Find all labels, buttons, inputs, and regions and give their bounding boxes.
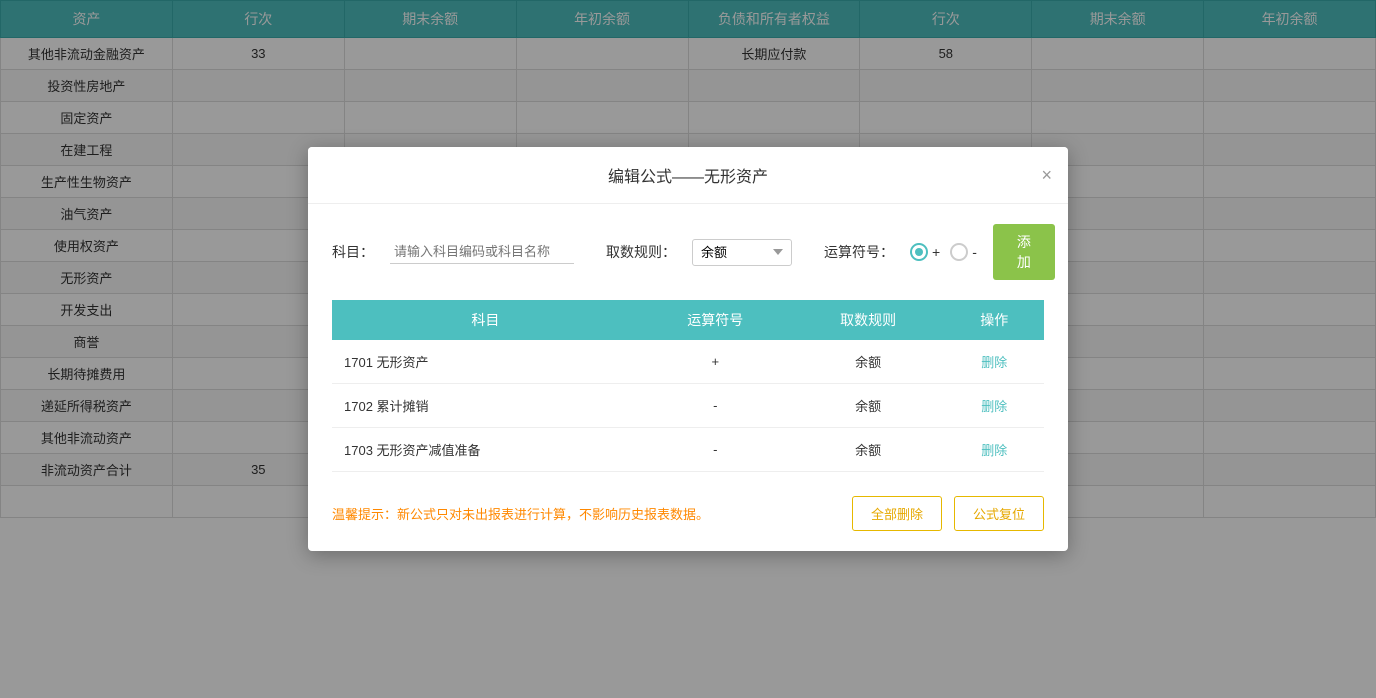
subject-label: 科目：	[332, 242, 374, 262]
table-row: 1703 无形资产减值准备 - 余额 删除	[332, 428, 1044, 472]
rule-label: 取数规则：	[606, 242, 676, 262]
operator-cell: +	[639, 340, 792, 384]
table-row: 1701 无形资产 + 余额 删除	[332, 340, 1044, 384]
table-row: 1702 累计摊销 - 余额 删除	[332, 384, 1044, 428]
rule-select-wrap: 余额 借方 贷方 借方发生额 贷方发生额	[692, 239, 792, 266]
footer-buttons: 全部删除 公式复位	[852, 496, 1044, 531]
hint-highlight: 新公式只对未出报表进行计算，不影响历史报表数据。	[397, 507, 709, 522]
edit-formula-modal: 编辑公式——无形资产 × 科目： 取数规则： 余额 借方 贷方 借方发生额 贷方…	[308, 147, 1068, 551]
table-header-row: 科目 运算符号 取数规则 操作	[332, 300, 1044, 340]
formula-table: 科目 运算符号 取数规则 操作 1701 无形资产 + 余额 删除 1702 累…	[332, 300, 1044, 472]
radio-plus-circle	[910, 243, 928, 261]
operator-minus-option[interactable]: -	[950, 243, 977, 261]
action-cell: 删除	[945, 428, 1044, 472]
operator-plus-label: +	[932, 244, 940, 260]
operator-cell: -	[639, 384, 792, 428]
modal-overlay: 编辑公式——无形资产 × 科目： 取数规则： 余额 借方 贷方 借方发生额 贷方…	[0, 0, 1376, 698]
delete-row-button[interactable]: 删除	[981, 396, 1007, 415]
rule-cell: 余额	[792, 384, 945, 428]
hint-prefix: 温馨提示：	[332, 507, 397, 522]
subject-cell: 1701 无形资产	[332, 340, 639, 384]
add-button[interactable]: 添加	[993, 224, 1055, 280]
operator-radio-group: + -	[910, 243, 977, 261]
rule-cell: 余额	[792, 428, 945, 472]
rule-cell: 余额	[792, 340, 945, 384]
modal-header: 编辑公式——无形资产 ×	[308, 147, 1068, 204]
hint-footer: 温馨提示：新公式只对未出报表进行计算，不影响历史报表数据。 全部删除 公式复位	[308, 472, 1068, 551]
col-subject-header: 科目	[332, 300, 639, 340]
col-action-header: 操作	[945, 300, 1044, 340]
close-button[interactable]: ×	[1041, 166, 1052, 184]
delete-row-button[interactable]: 删除	[981, 440, 1007, 459]
reset-formula-button[interactable]: 公式复位	[954, 496, 1044, 531]
form-row: 科目： 取数规则： 余额 借方 贷方 借方发生额 贷方发生额 运算符号： +	[308, 204, 1068, 300]
operator-label: 运算符号：	[824, 242, 894, 262]
action-cell: 删除	[945, 384, 1044, 428]
hint-text: 温馨提示：新公式只对未出报表进行计算，不影响历史报表数据。	[332, 504, 709, 523]
operator-cell: -	[639, 428, 792, 472]
col-rule-header: 取数规则	[792, 300, 945, 340]
operator-minus-label: -	[972, 244, 977, 260]
subject-cell: 1703 无形资产减值准备	[332, 428, 639, 472]
col-operator-header: 运算符号	[639, 300, 792, 340]
operator-plus-option[interactable]: +	[910, 243, 940, 261]
action-cell: 删除	[945, 340, 1044, 384]
subject-input[interactable]	[390, 240, 574, 264]
data-table-container: 科目 运算符号 取数规则 操作 1701 无形资产 + 余额 删除 1702 累…	[308, 300, 1068, 472]
delete-row-button[interactable]: 删除	[981, 352, 1007, 371]
delete-all-button[interactable]: 全部删除	[852, 496, 942, 531]
modal-title: 编辑公式——无形资产	[608, 163, 768, 187]
rule-select[interactable]: 余额 借方 贷方 借方发生额 贷方发生额	[692, 239, 792, 266]
subject-cell: 1702 累计摊销	[332, 384, 639, 428]
radio-minus-circle	[950, 243, 968, 261]
